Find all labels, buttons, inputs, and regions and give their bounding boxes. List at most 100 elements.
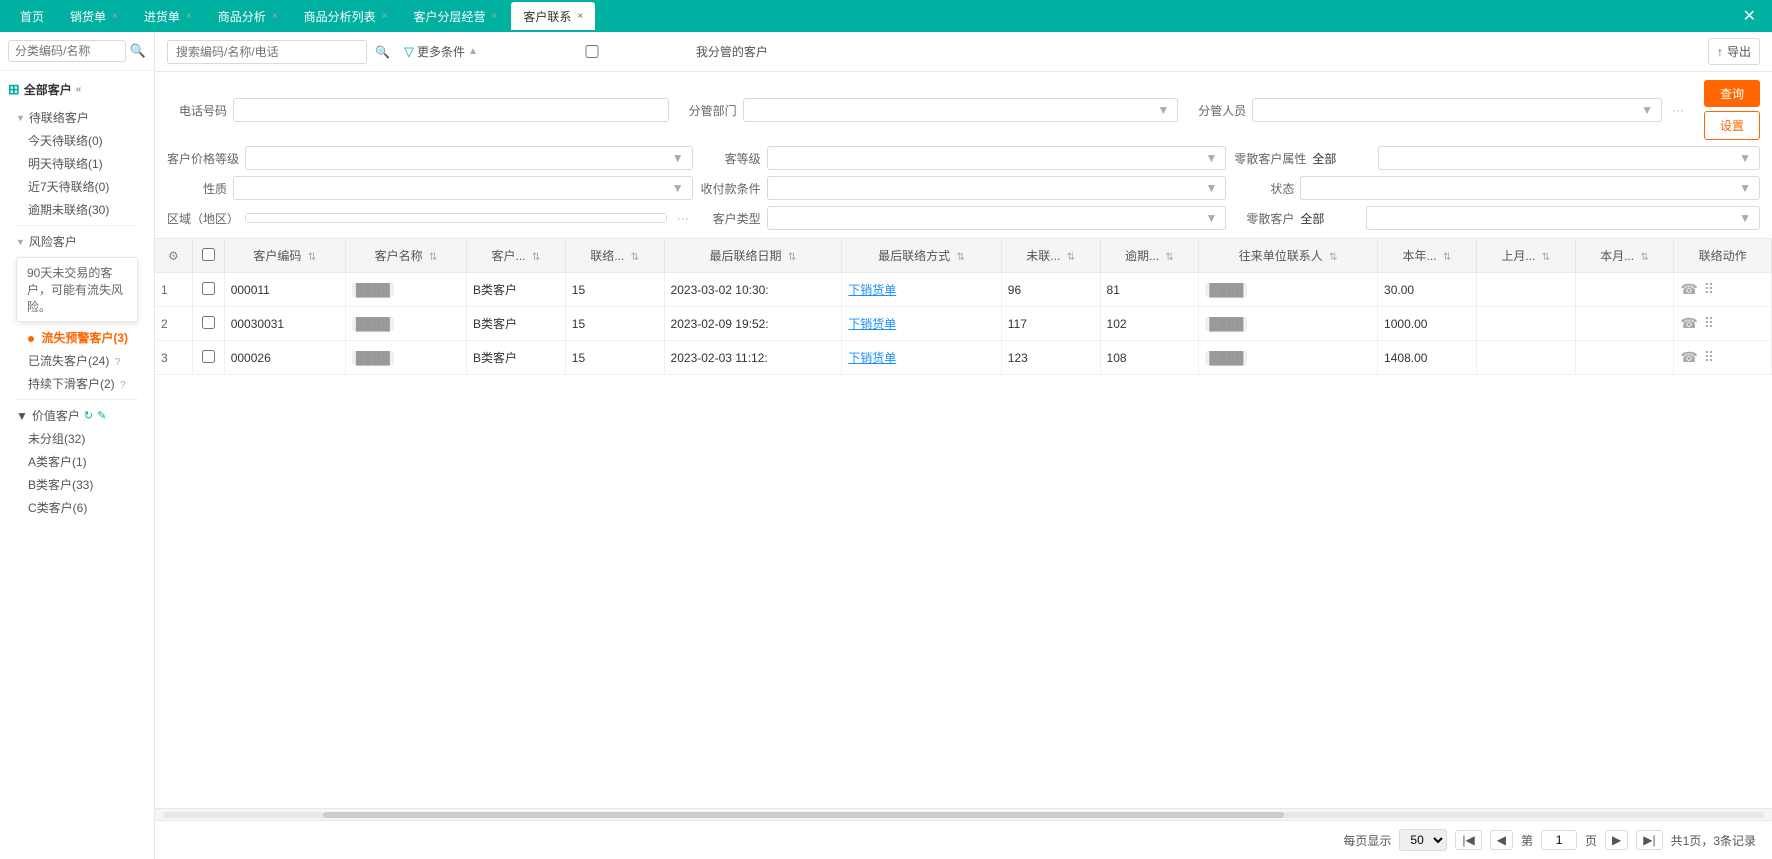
price-level-select[interactable]: ▼: [245, 146, 693, 170]
tab-purchase[interactable]: 进货单 ×: [132, 2, 204, 30]
tab-analysis[interactable]: 商品分析 ×: [206, 2, 290, 30]
row3-select[interactable]: [202, 350, 215, 363]
tab-sales-close[interactable]: ×: [112, 11, 118, 22]
col-last-date-label: 最后联络日期: [710, 249, 782, 263]
search-button[interactable]: 🔍: [375, 45, 390, 59]
pending-contact-title[interactable]: ▼ 待联络客户: [8, 106, 146, 129]
person-dots[interactable]: ···: [1668, 103, 1688, 117]
tomorrow-contact-item[interactable]: 明天待联络(1): [8, 152, 146, 175]
edit-icon[interactable]: ✎: [97, 409, 106, 422]
region-select[interactable]: [245, 213, 667, 223]
next-page-button[interactable]: ▶: [1605, 830, 1628, 850]
my-customers-label: 我分管的客户: [696, 43, 768, 60]
scroll-thumb[interactable]: [323, 812, 1284, 818]
col-overdue[interactable]: 逾期... ⇅: [1100, 239, 1199, 273]
first-page-button[interactable]: |◀: [1455, 830, 1481, 850]
status-select[interactable]: ▼: [1300, 176, 1760, 200]
col-code[interactable]: 客户编码 ⇅: [224, 239, 345, 273]
horizontal-scrollbar[interactable]: [155, 808, 1772, 820]
col-type[interactable]: 客户... ⇅: [467, 239, 566, 273]
unclassified-item[interactable]: 未分组(32): [8, 427, 146, 450]
tab-analysis-list[interactable]: 商品分析列表 ×: [292, 2, 400, 30]
tab-analysis-list-close[interactable]: ×: [382, 11, 388, 22]
status-arrow: ▼: [1739, 181, 1751, 195]
export-button[interactable]: ↑ 导出: [1708, 38, 1760, 65]
col-this-year[interactable]: 本年... ⇅: [1378, 239, 1477, 273]
today-contact-item[interactable]: 今天待联络(0): [8, 129, 146, 152]
row1-select[interactable]: [202, 282, 215, 295]
col-checkbox[interactable]: [192, 239, 224, 273]
page-input[interactable]: [1541, 830, 1577, 850]
collapse-icon[interactable]: «: [76, 84, 82, 95]
col-last-date[interactable]: 最后联络日期 ⇅: [664, 239, 842, 273]
col-no-contact[interactable]: 未联... ⇅: [1001, 239, 1100, 273]
row1-checkbox[interactable]: [192, 273, 224, 307]
payment-select[interactable]: ▼: [767, 176, 1227, 200]
dept-select[interactable]: ▼: [743, 98, 1179, 122]
customer-type-select[interactable]: ▼: [767, 206, 1227, 230]
col-last-month[interactable]: 上月... ⇅: [1476, 239, 1575, 273]
query-button[interactable]: 查询: [1704, 80, 1760, 107]
phone-input[interactable]: [233, 98, 669, 122]
category-search-input[interactable]: [8, 40, 126, 62]
gender-select[interactable]: ▼: [233, 176, 693, 200]
col-contact-person[interactable]: 往来单位联系人 ⇅: [1199, 239, 1378, 273]
row1-more-icon[interactable]: ⠿: [1704, 281, 1714, 298]
customer-level-select[interactable]: ▼: [767, 146, 1227, 170]
prev-page-button[interactable]: ◀: [1490, 830, 1513, 850]
last-page-button[interactable]: ▶|: [1636, 830, 1662, 850]
more-conditions-button[interactable]: ▽ 更多条件 ▲: [398, 39, 484, 64]
row2-contact-icon[interactable]: ☎: [1680, 315, 1697, 332]
keep-down-item[interactable]: 持续下滑客户(2) ?: [8, 372, 146, 395]
region-dots[interactable]: ···: [673, 211, 693, 225]
row3-method-link[interactable]: 下销货单: [848, 351, 896, 365]
col-contact[interactable]: 联络... ⇅: [565, 239, 664, 273]
tab-home[interactable]: 首页: [8, 2, 56, 30]
tab-sales[interactable]: 销货单 ×: [58, 2, 130, 30]
overdue-contact-item[interactable]: 逾期未联络(30): [8, 198, 146, 221]
row1-method-link[interactable]: 下销货单: [848, 283, 896, 297]
col-this-month[interactable]: 本月... ⇅: [1575, 239, 1674, 273]
tab-customer-contact-close[interactable]: ×: [577, 11, 583, 22]
col-settings[interactable]: ⚙: [155, 239, 192, 273]
b-class-item[interactable]: B类客户(33): [8, 473, 146, 496]
retail-select[interactable]: ▼: [1366, 206, 1760, 230]
refresh-icon[interactable]: ↻: [84, 409, 93, 422]
my-customers-checkbox[interactable]: [492, 45, 692, 58]
select-all-checkbox[interactable]: [202, 248, 215, 261]
tab-analysis-list-label: 商品分析列表: [304, 8, 376, 25]
settings-button[interactable]: 设置: [1704, 111, 1760, 140]
window-close-button[interactable]: ✕: [1735, 6, 1764, 26]
my-customers-checkbox-label[interactable]: 我分管的客户: [492, 43, 768, 60]
risk-customer-title[interactable]: ▼ 风险客户: [8, 230, 146, 253]
tab-analysis-close[interactable]: ×: [272, 11, 278, 22]
price-customer-header[interactable]: ▼ 价值客户 ↻ ✎: [8, 404, 146, 427]
per-page-select[interactable]: 50: [1399, 829, 1447, 851]
person-select[interactable]: ▼: [1252, 98, 1662, 122]
lost-preview-item[interactable]: 流失预警客户(3): [8, 326, 146, 349]
row3-more-icon[interactable]: ⠿: [1704, 349, 1714, 366]
tab-customer-contact[interactable]: 客户联系 ×: [511, 2, 595, 30]
payment-field: 收付款条件 ▼: [701, 176, 1227, 200]
tab-purchase-close[interactable]: ×: [186, 11, 192, 22]
row3-contact-icon[interactable]: ☎: [1680, 349, 1697, 366]
row3-checkbox[interactable]: [192, 341, 224, 375]
sort-code-icon: ⇅: [308, 252, 316, 263]
row2-more-icon[interactable]: ⠿: [1704, 315, 1714, 332]
row2-checkbox[interactable]: [192, 307, 224, 341]
row1-contact-icon[interactable]: ☎: [1680, 281, 1697, 298]
week-contact-item[interactable]: 近7天待联络(0): [8, 175, 146, 198]
all-customers-header[interactable]: ⊞ 全部客户 «: [8, 77, 146, 102]
c-class-item[interactable]: C类客户(6): [8, 496, 146, 519]
search-input[interactable]: [167, 40, 367, 64]
row2-method-link[interactable]: 下销货单: [848, 317, 896, 331]
col-last-method[interactable]: 最后联络方式 ⇅: [842, 239, 1002, 273]
tab-customer-layer-close[interactable]: ×: [491, 11, 497, 22]
tab-customer-layer-label: 客户分层经营: [413, 8, 485, 25]
zero-attr-select[interactable]: ▼: [1378, 146, 1760, 170]
col-name[interactable]: 客户名称 ⇅: [345, 239, 466, 273]
tab-customer-layer[interactable]: 客户分层经营 ×: [401, 2, 509, 30]
row2-select[interactable]: [202, 316, 215, 329]
a-class-item[interactable]: A类客户(1): [8, 450, 146, 473]
already-lost-item[interactable]: 已流失客户(24) ?: [8, 349, 146, 372]
